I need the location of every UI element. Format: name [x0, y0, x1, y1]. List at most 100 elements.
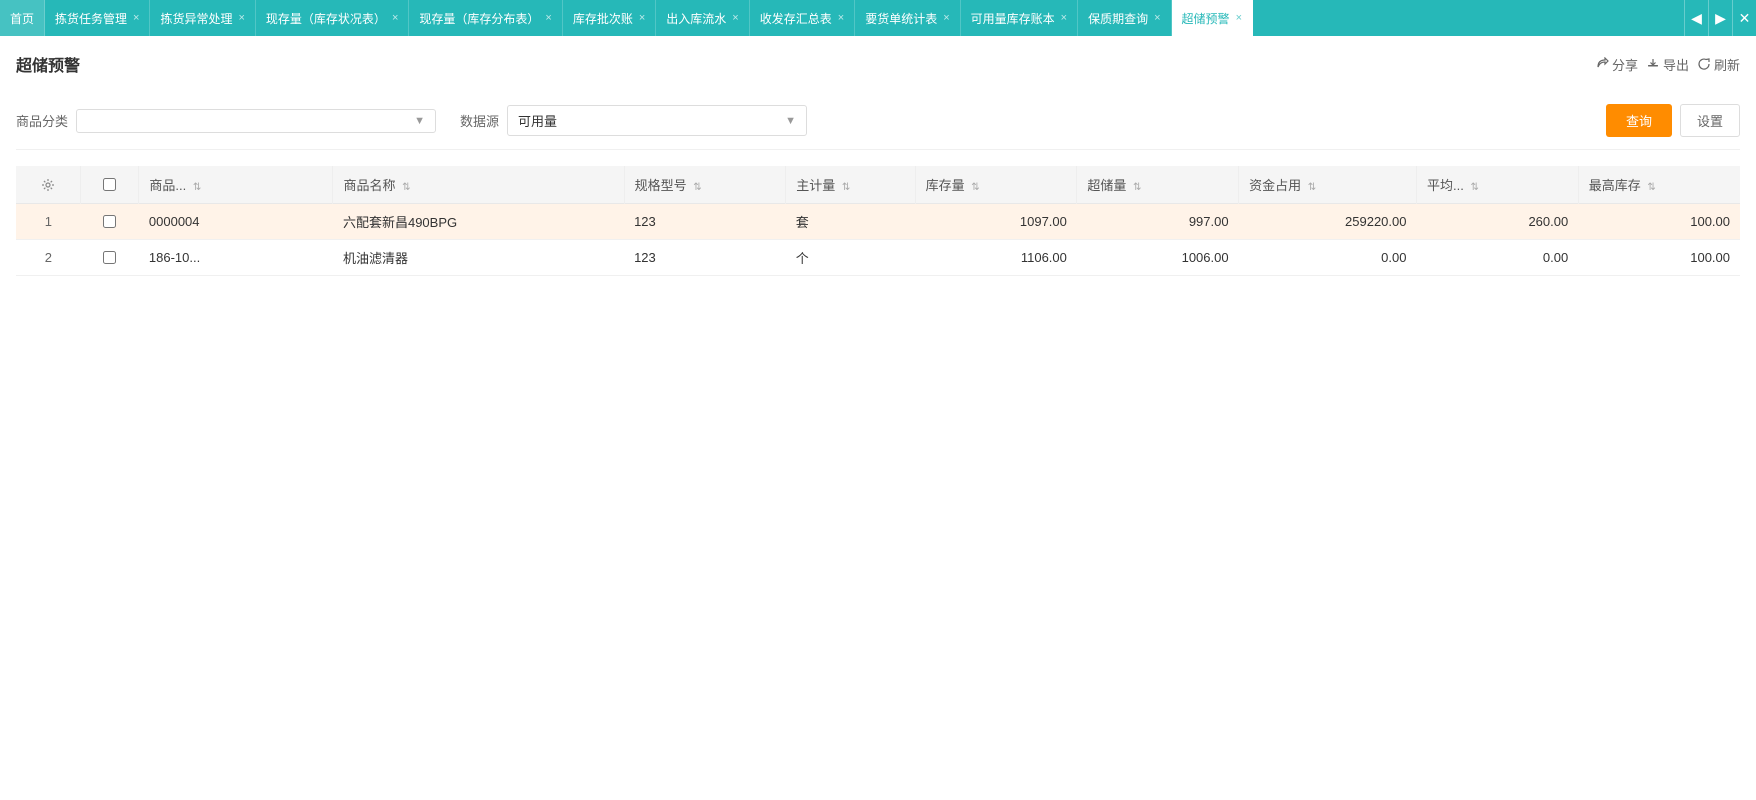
th-gear — [16, 166, 81, 204]
nav-close-icon-3[interactable]: × — [392, 12, 398, 24]
nav-close-icon-5[interactable]: × — [639, 12, 645, 24]
refresh-button[interactable]: 刷新 — [1697, 55, 1740, 74]
page-header: 超储预警 分享 导出 刷新 — [16, 52, 1740, 76]
nav-item-11[interactable]: 超储预警 × — [1172, 0, 1253, 36]
nav-item-9[interactable]: 可用量库存账本 × — [961, 0, 1078, 36]
select-all-checkbox[interactable] — [103, 178, 116, 191]
sort-icon-maxstock[interactable]: ⇅ — [1647, 182, 1655, 193]
nav-item-5[interactable]: 库存批次账 × — [563, 0, 656, 36]
th-maxstock-label: 最高库存 — [1589, 178, 1641, 193]
cell-over-1: 1006.00 — [1077, 240, 1239, 276]
refresh-icon — [1697, 57, 1711, 71]
nav-close-icon-4[interactable]: × — [545, 12, 551, 24]
sort-icon-name[interactable]: ⇅ — [402, 182, 410, 193]
page-title: 超储预警 — [16, 52, 80, 76]
th-checkbox — [81, 166, 139, 204]
cell-avg-1: 0.00 — [1416, 240, 1578, 276]
nav-close-icon-9[interactable]: × — [1061, 12, 1067, 24]
th-maxstock: 最高库存 ⇅ — [1578, 166, 1740, 204]
nav-close-icon-2[interactable]: × — [238, 12, 244, 24]
th-avg: 平均... ⇅ — [1416, 166, 1578, 204]
category-filter: 商品分类 ▼ — [16, 109, 436, 133]
cell-over-0: 997.00 — [1077, 204, 1239, 240]
sort-icon-unit[interactable]: ⇅ — [842, 182, 850, 193]
category-label: 商品分类 — [16, 111, 68, 130]
nav-item-4[interactable]: 现存量（库存分布表） × — [409, 0, 562, 36]
th-code: 商品... ⇅ — [139, 166, 333, 204]
th-name-label: 商品名称 — [343, 178, 395, 193]
cell-name-1: 机油滤清器 — [333, 240, 624, 276]
th-stock-label: 库存量 — [926, 178, 965, 193]
nav-item-3[interactable]: 现存量（库存状况表） × — [256, 0, 409, 36]
th-capital-label: 资金占用 — [1249, 178, 1301, 193]
nav-close-button[interactable]: ✕ — [1732, 0, 1756, 36]
table-row: 2 186-10... 机油滤清器 123 个 1106.00 1006.00 … — [16, 240, 1740, 276]
th-spec-label: 规格型号 — [635, 178, 687, 193]
sort-icon-capital[interactable]: ⇅ — [1308, 182, 1316, 193]
cell-index-1: 2 — [16, 240, 81, 276]
cell-stock-0: 1097.00 — [915, 204, 1077, 240]
cell-checkbox-1 — [81, 240, 139, 276]
cell-spec-0: 123 — [624, 204, 786, 240]
cell-spec-1: 123 — [624, 240, 786, 276]
nav-next-button[interactable]: ▶ — [1708, 0, 1732, 36]
th-over: 超储量 ⇅ — [1077, 166, 1239, 204]
nav-item-6[interactable]: 出入库流水 × — [656, 0, 749, 36]
chevron-down-icon: ▼ — [414, 115, 425, 127]
sort-icon-stock[interactable]: ⇅ — [971, 182, 979, 193]
export-button[interactable]: 导出 — [1646, 55, 1689, 74]
cell-maxstock-0: 100.00 — [1578, 204, 1740, 240]
nav-close-icon-1[interactable]: × — [133, 12, 139, 24]
cell-unit-1: 个 — [786, 240, 915, 276]
nav-item-1[interactable]: 拣货任务管理 × — [45, 0, 150, 36]
export-icon — [1646, 57, 1660, 71]
th-avg-label: 平均... — [1427, 178, 1464, 193]
gear-icon[interactable] — [41, 178, 55, 192]
row-checkbox-1[interactable] — [103, 251, 116, 264]
cell-code-0: 0000004 — [139, 204, 333, 240]
category-select[interactable]: ▼ — [76, 109, 436, 133]
data-table: 商品... ⇅ 商品名称 ⇅ 规格型号 ⇅ 主计量 ⇅ 库存量 ⇅ — [16, 166, 1740, 276]
nav-close-icon-11[interactable]: × — [1236, 12, 1242, 24]
sort-icon-code[interactable]: ⇅ — [193, 182, 201, 193]
th-spec: 规格型号 ⇅ — [624, 166, 786, 204]
datasource-label: 数据源 — [460, 111, 499, 130]
nav-prev-button[interactable]: ◀ — [1684, 0, 1708, 36]
cell-index-0: 1 — [16, 204, 81, 240]
cell-maxstock-1: 100.00 — [1578, 240, 1740, 276]
query-button[interactable]: 查询 — [1606, 104, 1672, 137]
table-header-row: 商品... ⇅ 商品名称 ⇅ 规格型号 ⇅ 主计量 ⇅ 库存量 ⇅ — [16, 166, 1740, 204]
nav-close-icon-6[interactable]: × — [732, 12, 738, 24]
nav-item-10[interactable]: 保质期查询 × — [1078, 0, 1171, 36]
th-name: 商品名称 ⇅ — [333, 166, 624, 204]
nav-item-7[interactable]: 收发存汇总表 × — [750, 0, 855, 36]
datasource-filter: 数据源 可用量 ▼ — [460, 105, 807, 136]
share-icon — [1595, 57, 1609, 71]
header-actions: 分享 导出 刷新 — [1595, 55, 1740, 74]
row-checkbox-0[interactable] — [103, 215, 116, 228]
nav-close-icon-10[interactable]: × — [1154, 12, 1160, 24]
datasource-select[interactable]: 可用量 ▼ — [507, 105, 807, 136]
cell-capital-0: 259220.00 — [1239, 204, 1417, 240]
nav-item-8[interactable]: 要货单统计表 × — [855, 0, 960, 36]
share-button[interactable]: 分享 — [1595, 55, 1638, 74]
datasource-select-text: 可用量 — [518, 111, 557, 130]
nav-close-icon-8[interactable]: × — [943, 12, 949, 24]
th-unit: 主计量 ⇅ — [786, 166, 915, 204]
th-over-label: 超储量 — [1087, 178, 1126, 193]
filter-actions: 查询 设置 — [1606, 104, 1740, 137]
settings-button[interactable]: 设置 — [1680, 104, 1740, 137]
cell-code-1: 186-10... — [139, 240, 333, 276]
cell-checkbox-0 — [81, 204, 139, 240]
filter-row: 商品分类 ▼ 数据源 可用量 ▼ 查询 设置 — [16, 92, 1740, 150]
page-content: 超储预警 分享 导出 刷新 — [0, 36, 1756, 800]
nav-close-icon-7[interactable]: × — [838, 12, 844, 24]
nav-item-2[interactable]: 拣货异常处理 × — [150, 0, 255, 36]
sort-icon-spec[interactable]: ⇅ — [693, 182, 701, 193]
cell-capital-1: 0.00 — [1239, 240, 1417, 276]
top-nav: 首页拣货任务管理 ×拣货异常处理 ×现存量（库存状况表） ×现存量（库存分布表）… — [0, 0, 1756, 36]
sort-icon-over[interactable]: ⇅ — [1133, 182, 1141, 193]
nav-item-0[interactable]: 首页 — [0, 0, 45, 36]
cell-stock-1: 1106.00 — [915, 240, 1077, 276]
sort-icon-avg[interactable]: ⇅ — [1470, 182, 1478, 193]
